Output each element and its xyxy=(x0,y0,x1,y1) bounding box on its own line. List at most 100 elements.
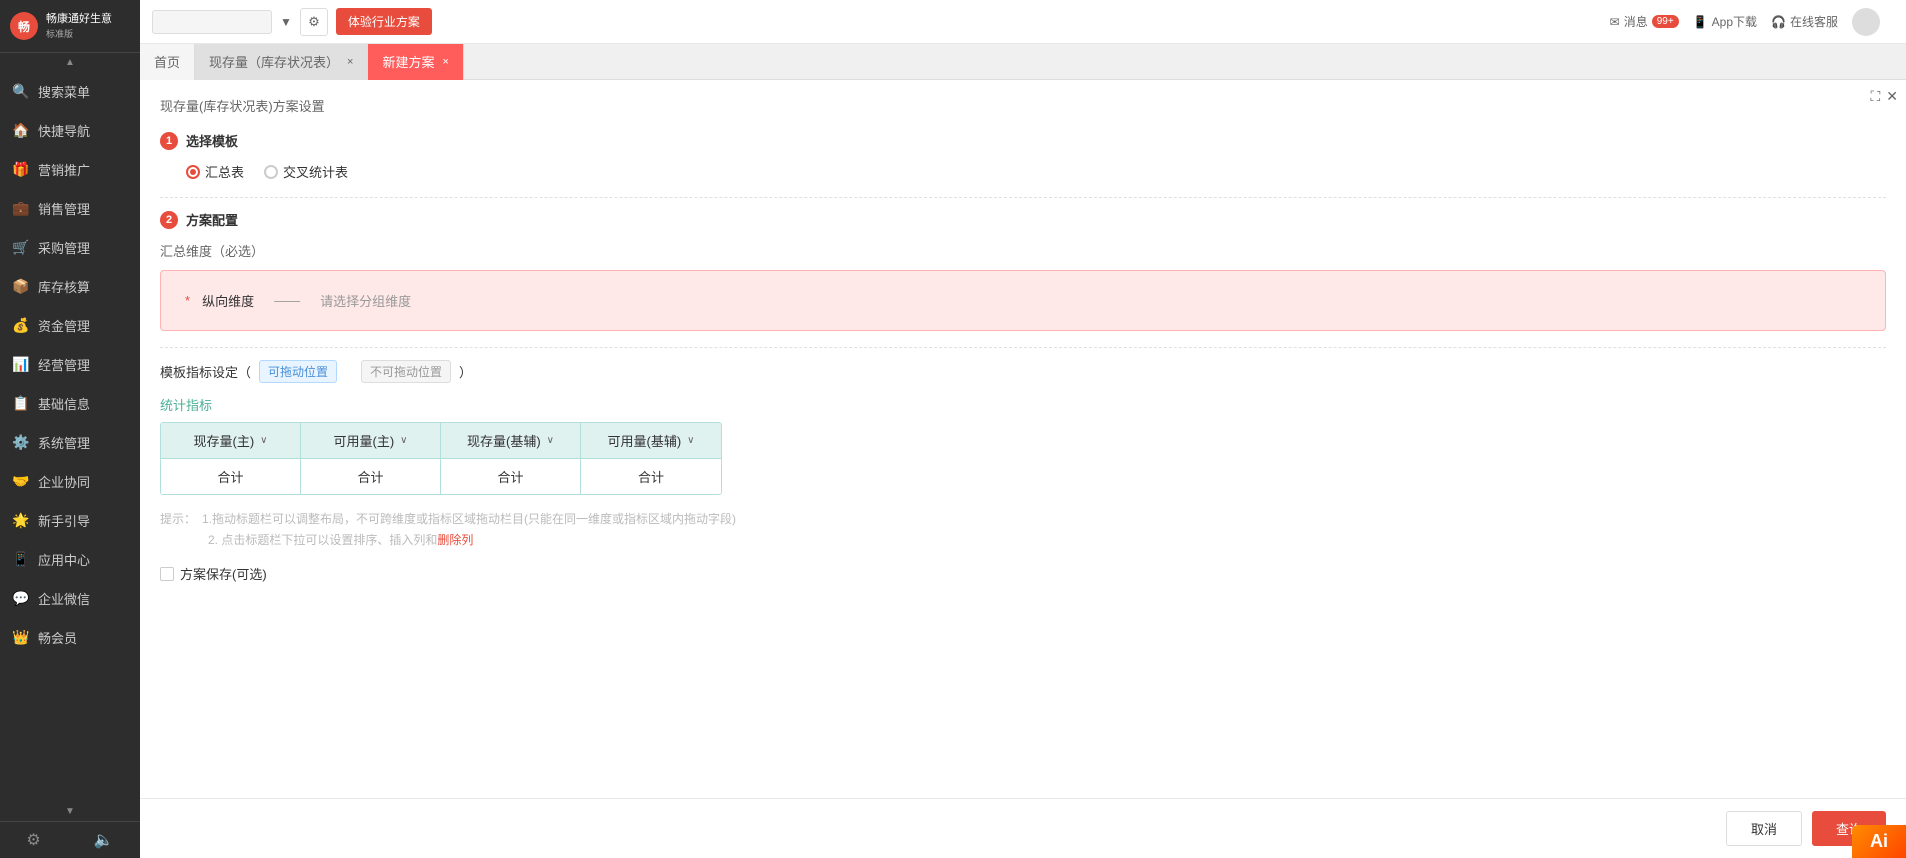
sidebar-scroll-up[interactable]: ▲ xyxy=(0,53,140,72)
sidebar-item-newbie[interactable]: 🌟 新手引导 xyxy=(0,501,140,540)
expand-icon[interactable]: ⛶ xyxy=(1870,88,1880,105)
gear-icon: ⚙️ xyxy=(12,434,30,452)
col-header-1: 可用量(主) ∨ xyxy=(301,423,441,458)
sidebar-item-label: 搜索菜单 xyxy=(38,82,90,101)
chart-icon: 📊 xyxy=(12,356,30,374)
sidebar-item-search[interactable]: 🔍 搜索菜单 xyxy=(0,72,140,111)
sidebar-item-finance[interactable]: 💰 资金管理 xyxy=(0,306,140,345)
radio-summary-label: 汇总表 xyxy=(205,162,244,181)
app-download-button[interactable]: 📱 App下载 xyxy=(1693,13,1757,30)
tip-line-2: 2. 点击标题栏下拉可以设置排序、插入列和删除列 xyxy=(160,531,1886,548)
col-dropdown-3[interactable]: ∨ xyxy=(687,435,694,446)
speaker-icon[interactable]: 🔈 xyxy=(94,830,114,850)
sidebar-item-sales[interactable]: 💼 销售管理 xyxy=(0,189,140,228)
sidebar-item-label: 经营管理 xyxy=(38,355,90,374)
sidebar-item-corp[interactable]: 🤝 企业协同 xyxy=(0,462,140,501)
industry-plan-button[interactable]: 体验行业方案 xyxy=(336,8,432,35)
tab-home[interactable]: 首页 xyxy=(140,44,195,80)
col-dropdown-0[interactable]: ∨ xyxy=(260,435,267,446)
tab-inventory-label: 现存量（库存状况表） xyxy=(209,52,339,71)
col-label-3: 可用量(基辅) xyxy=(608,431,682,450)
section1-number: 1 xyxy=(160,132,178,150)
sidebar-item-label: 企业协同 xyxy=(38,472,90,491)
top-search-input[interactable] xyxy=(152,10,272,34)
settings-bottom-icon[interactable]: ⚙ xyxy=(26,830,40,850)
tab-new-plan-label: 新建方案 xyxy=(382,52,434,71)
star-icon: 🌟 xyxy=(12,512,30,530)
dimension-placeholder[interactable]: 请选择分组维度 xyxy=(320,291,411,310)
fixed-tag: 不可拖动位置 xyxy=(361,360,451,383)
sidebar-item-vip[interactable]: 👑 畅会员 xyxy=(0,618,140,657)
template-options: 汇总表 交叉统计表 xyxy=(160,162,1886,181)
sidebar-item-shortcut[interactable]: 🏠 快捷导航 xyxy=(0,111,140,150)
online-service-button[interactable]: 🎧 在线客服 xyxy=(1771,13,1838,30)
sidebar-item-operation[interactable]: 📊 经营管理 xyxy=(0,345,140,384)
section2-number: 2 xyxy=(160,211,178,229)
stats-cell-0-3: 合计 xyxy=(581,459,721,494)
clipboard-icon: 📋 xyxy=(12,395,30,413)
sidebar-item-purchase[interactable]: 🛒 采购管理 xyxy=(0,228,140,267)
sidebar-item-system[interactable]: ⚙️ 系统管理 xyxy=(0,423,140,462)
phone-icon: 📱 xyxy=(12,551,30,569)
handshake-icon: 🤝 xyxy=(12,473,30,491)
radio-cross[interactable]: 交叉统计表 xyxy=(264,162,348,181)
sidebar-bottom: ⚙ 🔈 xyxy=(0,821,140,858)
sidebar-item-label: 采购管理 xyxy=(38,238,90,257)
box-icon: 📦 xyxy=(12,278,30,296)
stats-cell-0-1: 合计 xyxy=(301,459,441,494)
movable-tag: 可拖动位置 xyxy=(259,360,337,383)
sidebar: 畅 畅康通好生意 标准版 ▲ 🔍 搜索菜单 🏠 快捷导航 🎁 营销推广 💼 销售… xyxy=(0,0,140,858)
content-wrapper: ⛶ ✕ 现存量(库存状况表)方案设置 1 选择模板 汇总表 交叉统 xyxy=(160,96,1886,643)
app-name: 畅康通好生意 xyxy=(46,12,112,26)
sidebar-item-label: 库存核算 xyxy=(38,277,90,296)
sidebar-scroll-down[interactable]: ▼ xyxy=(0,802,140,821)
sidebar-item-inventory[interactable]: 📦 库存核算 xyxy=(0,267,140,306)
save-checkbox[interactable] xyxy=(160,567,174,581)
sidebar-item-label: 应用中心 xyxy=(38,550,90,569)
divider-2 xyxy=(160,347,1886,348)
message-button[interactable]: ✉ 消息 99+ xyxy=(1610,13,1679,30)
radio-summary-circle xyxy=(186,165,200,179)
sidebar-item-label: 新手引导 xyxy=(38,511,90,530)
section1-title: 选择模板 xyxy=(186,131,238,150)
bottom-bar: 取消 查询 xyxy=(140,798,1906,858)
sidebar-item-basic[interactable]: 📋 基础信息 xyxy=(0,384,140,423)
main-area: ▼ ⚙ 体验行业方案 ✉ 消息 99+ 📱 App下载 🎧 在线客服 首页 xyxy=(140,0,1906,858)
save-label: 方案保存(可选) xyxy=(180,564,267,583)
stats-table-row-0: 合计 合计 合计 合计 xyxy=(161,458,721,494)
dimension-area: * 纵向维度 —— 请选择分组维度 xyxy=(160,270,1886,331)
stats-section: 统计指标 现存量(主) ∨ 可用量(主) ∨ xyxy=(160,395,1886,498)
sidebar-item-label: 基础信息 xyxy=(38,394,90,413)
sidebar-item-wechat[interactable]: 💬 企业微信 xyxy=(0,579,140,618)
tip-line-1: 提示： 1.拖动标题栏可以调整布局，不可跨维度或指标区域拖动栏目(只能在同一维度… xyxy=(160,510,1886,527)
tab-new-plan[interactable]: 新建方案 × xyxy=(368,44,463,80)
tab-new-plan-close[interactable]: × xyxy=(442,56,448,68)
top-bar: ▼ ⚙ 体验行业方案 ✉ 消息 99+ 📱 App下载 🎧 在线客服 xyxy=(140,0,1906,44)
radio-summary[interactable]: 汇总表 xyxy=(186,162,244,181)
sidebar-item-label: 快捷导航 xyxy=(38,121,90,140)
app-logo-icon: 畅 xyxy=(10,12,38,40)
stats-title: 统计指标 xyxy=(160,395,1886,414)
sidebar-nav: 🔍 搜索菜单 🏠 快捷导航 🎁 营销推广 💼 销售管理 🛒 采购管理 📦 库存核… xyxy=(0,72,140,802)
tab-inventory-close[interactable]: × xyxy=(347,56,353,68)
app-download-label: App下载 xyxy=(1712,13,1757,30)
message-badge: 99+ xyxy=(1652,15,1679,28)
user-avatar xyxy=(1852,8,1880,36)
top-settings-button[interactable]: ⚙ xyxy=(300,8,328,36)
section-config: 2 方案配置 汇总维度（必选） * 纵向维度 —— 请选择分组维度 xyxy=(160,210,1886,548)
tab-inventory-status[interactable]: 现存量（库存状况表） × xyxy=(195,44,368,80)
section2-title: 方案配置 xyxy=(186,210,238,229)
cancel-button[interactable]: 取消 xyxy=(1726,811,1802,846)
sidebar-item-label: 企业微信 xyxy=(38,589,90,608)
tab-bar: 首页 现存量（库存状况表） × 新建方案 × xyxy=(140,44,1906,80)
stats-table-header: 现存量(主) ∨ 可用量(主) ∨ 现存量(基辅) ∨ xyxy=(161,423,721,458)
col-dropdown-1[interactable]: ∨ xyxy=(400,435,407,446)
top-dropdown-arrow[interactable]: ▼ xyxy=(280,15,292,29)
sidebar-item-marketing[interactable]: 🎁 营销推广 xyxy=(0,150,140,189)
close-icon[interactable]: ✕ xyxy=(1886,88,1898,105)
dimension-label: 纵向维度 xyxy=(202,291,254,310)
ai-badge[interactable]: Ai xyxy=(1852,825,1906,858)
col-dropdown-2[interactable]: ∨ xyxy=(547,435,554,446)
sidebar-item-appstore[interactable]: 📱 应用中心 xyxy=(0,540,140,579)
cart-icon: 🛒 xyxy=(12,239,30,257)
